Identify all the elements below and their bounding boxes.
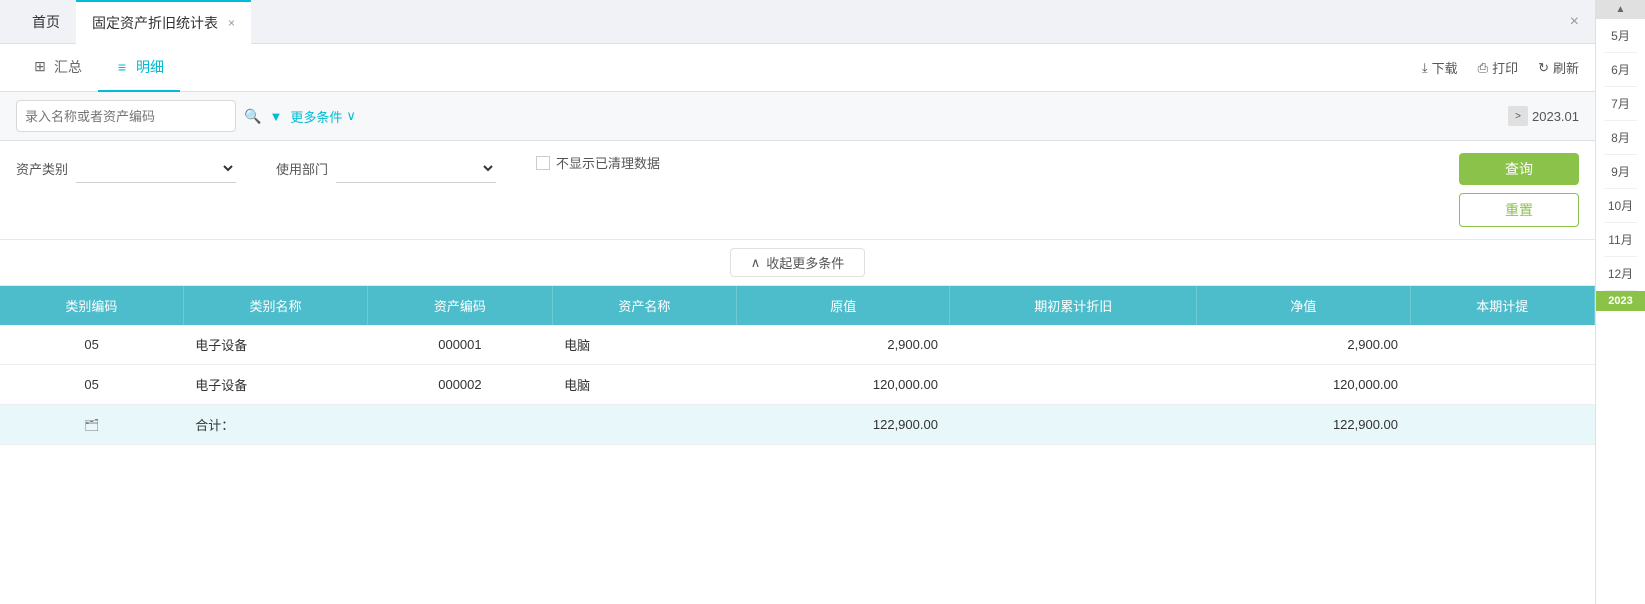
date-display: 2023.01 [1532, 109, 1579, 124]
col-header-current-depreciation: 本期计提 [1410, 286, 1594, 325]
table-total-row: 🗂 合计： 122,900.00 122,900.00 [0, 405, 1595, 445]
total-icon-cell: 🗂 [0, 405, 183, 445]
tab-bar: ⊞ 汇总 ≡ 明细 ⤓ 下载 ⎙ 打印 ↻ 刷新 [0, 44, 1595, 92]
cell-current-depreciation [1410, 325, 1594, 365]
print-icon: ⎙ [1478, 60, 1488, 76]
table-row: 05 电子设备 000001 电脑 2,900.00 2,900.00 [0, 325, 1595, 365]
department-filter: 使用部门 [276, 153, 496, 183]
sidebar-month-item[interactable]: 8月 [1604, 121, 1637, 155]
search-icon[interactable]: 🔍 [244, 108, 261, 125]
filter-area: 资产类别 使用部门 不显示已清理数据 查询 重置 [0, 141, 1595, 240]
more-conditions-label: 更多条件 [290, 107, 342, 126]
asset-table: 类别编码 类别名称 资产编码 资产名称 原值 期初累计折旧 净值 本期计提 05… [0, 286, 1595, 445]
cell-category-name: 电子设备 [183, 365, 367, 405]
sidebar-month-item[interactable]: 6月 [1604, 53, 1637, 87]
cell-original-value: 2,900.00 [737, 325, 950, 365]
no-cleared-checkbox[interactable] [536, 156, 550, 170]
department-select[interactable] [336, 153, 496, 183]
col-header-category-name: 类别名称 [183, 286, 367, 325]
tab-summary[interactable]: ⊞ 汇总 [16, 44, 98, 92]
window-close-button[interactable]: × [1570, 13, 1579, 31]
reset-button[interactable]: 重置 [1459, 193, 1579, 227]
refresh-icon: ↻ [1538, 60, 1549, 76]
sidebar-month-item[interactable]: 5月 [1604, 19, 1637, 53]
total-net-value: 122,900.00 [1197, 405, 1410, 445]
search-input[interactable] [16, 100, 236, 132]
cell-category-code: 05 [0, 365, 183, 405]
total-original-value: 122,900.00 [737, 405, 950, 445]
sidebar-scroll-up[interactable]: ▲ [1596, 0, 1645, 19]
sidebar-month-item[interactable]: 10月 [1604, 189, 1637, 223]
date-indicator: > 2023.01 [1508, 106, 1579, 126]
col-header-asset-name: 资产名称 [552, 286, 736, 325]
filter-buttons: 查询 重置 [1459, 153, 1579, 227]
print-button[interactable]: ⎙ 打印 [1478, 58, 1518, 77]
cell-asset-code: 000002 [368, 365, 552, 405]
col-header-original-value: 原值 [737, 286, 950, 325]
sidebar-month-item[interactable]: 12月 [1604, 257, 1637, 291]
collapse-bar: ∧ 收起更多条件 [0, 240, 1595, 286]
asset-category-label: 资产类别 [16, 159, 68, 178]
filter-icon: ▼ [269, 109, 282, 124]
col-header-category-code: 类别编码 [0, 286, 183, 325]
refresh-button[interactable]: ↻ 刷新 [1538, 58, 1579, 77]
col-header-asset-code: 资产编码 [368, 286, 552, 325]
cell-asset-name: 电脑 [552, 365, 736, 405]
sidebar-month-item[interactable]: 9月 [1604, 155, 1637, 189]
date-chevron-button[interactable]: > [1508, 106, 1528, 126]
cell-initial-depreciation [950, 365, 1197, 405]
sidebar-month-item[interactable]: 7月 [1604, 87, 1637, 121]
total-initial-depreciation [950, 405, 1197, 445]
more-conditions-button[interactable]: 更多条件 ∨ [290, 107, 356, 126]
detail-icon: ≡ [114, 59, 130, 75]
tab-summary-label: 汇总 [54, 57, 82, 77]
department-label: 使用部门 [276, 159, 328, 178]
cell-asset-name: 电脑 [552, 325, 736, 365]
tab-detail[interactable]: ≡ 明细 [98, 44, 180, 92]
collapse-icon: ∧ [751, 255, 761, 271]
query-button[interactable]: 查询 [1459, 153, 1579, 185]
total-label: 合计： [183, 405, 736, 445]
cell-asset-code: 000001 [368, 325, 552, 365]
home-tab[interactable]: 首页 [16, 0, 76, 44]
sidebar-year-marker: 2023 [1596, 291, 1645, 311]
active-tab[interactable]: 固定资产折旧统计表 × [76, 0, 251, 44]
search-bar: 🔍 ▼ 更多条件 ∨ > 2023.01 [0, 92, 1595, 141]
table-header-row: 类别编码 类别名称 资产编码 资产名称 原值 期初累计折旧 净值 本期计提 [0, 286, 1595, 325]
more-conditions-chevron: ∨ [346, 108, 356, 124]
download-button[interactable]: ⤓ 下载 [1422, 58, 1458, 77]
print-label: 打印 [1492, 58, 1518, 77]
content-area: ⊞ 汇总 ≡ 明细 ⤓ 下载 ⎙ 打印 ↻ 刷新 [0, 44, 1595, 604]
cell-net-value: 120,000.00 [1197, 365, 1410, 405]
right-sidebar: ▲ 5月6月7月8月9月10月11月12月 2023 [1595, 0, 1645, 604]
tab-actions: ⤓ 下载 ⎙ 打印 ↻ 刷新 [1422, 58, 1579, 77]
tab-detail-label: 明细 [136, 57, 164, 77]
col-header-initial-depreciation: 期初累计折旧 [950, 286, 1197, 325]
collapse-button[interactable]: ∧ 收起更多条件 [730, 248, 866, 277]
cell-category-code: 05 [0, 325, 183, 365]
col-header-net-value: 净值 [1197, 286, 1410, 325]
tab-close-icon[interactable]: × [228, 1, 235, 45]
collapse-label: 收起更多条件 [766, 253, 844, 272]
top-nav: 首页 固定资产折旧统计表 × × [0, 0, 1595, 44]
cell-original-value: 120,000.00 [737, 365, 950, 405]
cell-initial-depreciation [950, 325, 1197, 365]
table-wrapper: 类别编码 类别名称 资产编码 资产名称 原值 期初累计折旧 净值 本期计提 05… [0, 286, 1595, 604]
sidebar-month-item[interactable]: 11月 [1604, 223, 1637, 257]
no-cleared-filter: 不显示已清理数据 [536, 153, 660, 172]
cell-category-name: 电子设备 [183, 325, 367, 365]
summary-icon: ⊞ [32, 59, 48, 75]
total-current-depreciation [1410, 405, 1594, 445]
refresh-label: 刷新 [1553, 58, 1579, 77]
no-cleared-label: 不显示已清理数据 [556, 153, 660, 172]
download-label: 下载 [1432, 58, 1458, 77]
download-icon: ⤓ [1422, 60, 1428, 76]
asset-category-select[interactable] [76, 153, 236, 183]
active-tab-label: 固定资产折旧统计表 [92, 1, 218, 45]
asset-category-filter: 资产类别 [16, 153, 236, 183]
cell-net-value: 2,900.00 [1197, 325, 1410, 365]
cell-current-depreciation [1410, 365, 1594, 405]
table-row: 05 电子设备 000002 电脑 120,000.00 120,000.00 [0, 365, 1595, 405]
